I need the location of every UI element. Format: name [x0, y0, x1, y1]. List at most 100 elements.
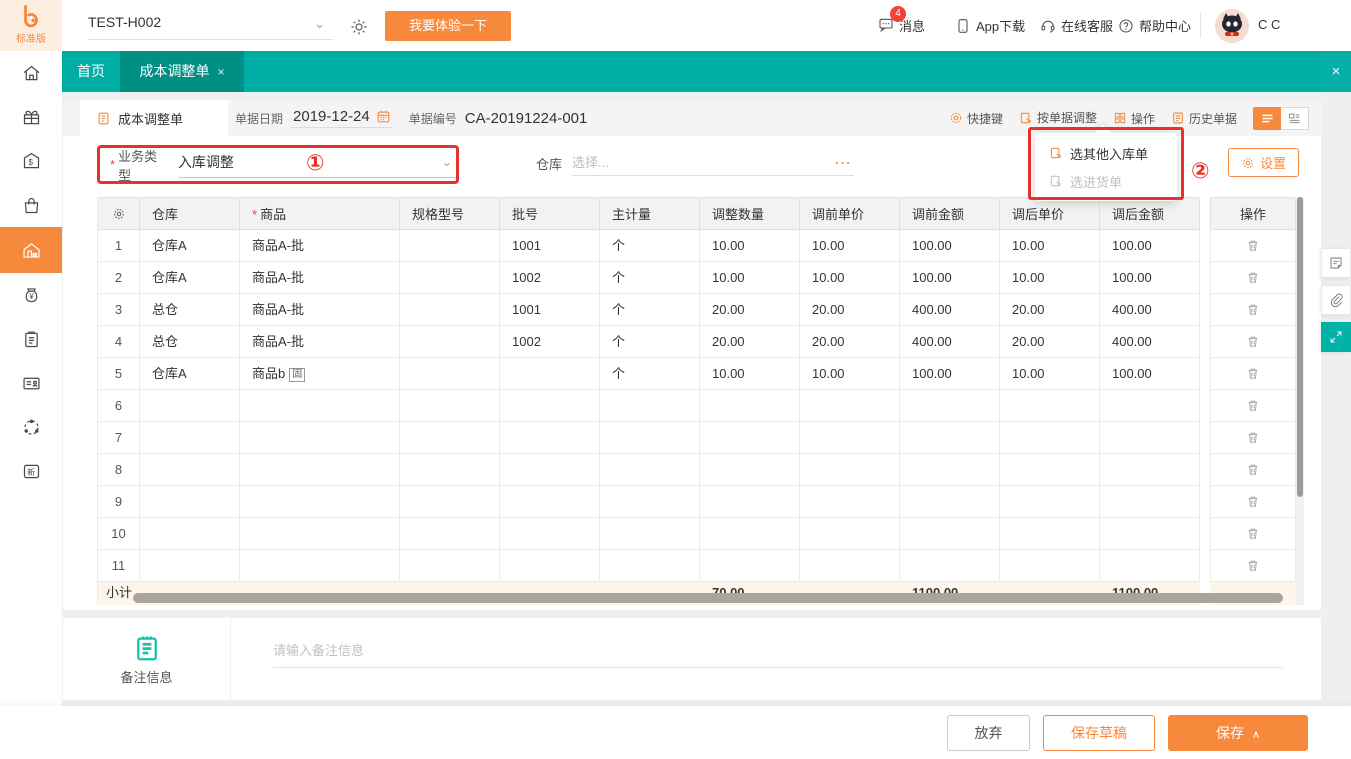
cell-post_price[interactable] [1000, 454, 1100, 486]
company-selector[interactable]: TEST-H002 ⌄ [88, 14, 333, 40]
cell-batch[interactable] [500, 390, 600, 422]
side-panel-attachment-button[interactable] [1321, 285, 1351, 315]
cell-pre_amount[interactable] [900, 454, 1000, 486]
sidebar-item-network[interactable] [0, 405, 62, 449]
list-view-button[interactable] [1253, 106, 1281, 130]
cell-post_price[interactable]: 10.00 [1000, 230, 1100, 262]
settings-button[interactable]: 设置 [1227, 148, 1299, 177]
row-delete-button[interactable] [1210, 326, 1296, 358]
cell-pre_amount[interactable]: 400.00 [900, 326, 1000, 358]
cell-batch[interactable] [500, 550, 600, 582]
cell-post_amount[interactable]: 400.00 [1100, 294, 1200, 326]
cell-qty[interactable]: 20.00 [700, 294, 800, 326]
cell-pre_price[interactable]: 10.00 [800, 358, 900, 390]
trial-button[interactable]: 我要体验一下 [385, 11, 512, 41]
tab-home[interactable]: 首页 [62, 51, 120, 92]
cell-product[interactable]: 商品A-批 [240, 326, 400, 358]
tab-close-icon[interactable]: × [217, 65, 224, 79]
cell-pre_price[interactable]: 10.00 [800, 230, 900, 262]
cell-spec[interactable] [400, 294, 500, 326]
cell-qty[interactable] [700, 550, 800, 582]
help-center-button[interactable]: 帮助中心 [1118, 16, 1191, 35]
cell-pre_amount[interactable] [900, 518, 1000, 550]
cell-unit[interactable]: 个 [600, 230, 700, 262]
cell-product[interactable] [240, 550, 400, 582]
cell-pre_price[interactable] [800, 422, 900, 454]
warehouse-more-button[interactable]: ... [835, 152, 852, 167]
cell-qty[interactable]: 10.00 [700, 262, 800, 294]
cell-unit[interactable] [600, 422, 700, 454]
cell-pre_amount[interactable]: 400.00 [900, 294, 1000, 326]
cell-unit[interactable] [600, 518, 700, 550]
sidebar-item-sales[interactable]: $ [0, 139, 62, 183]
vertical-scrollbar[interactable] [1296, 197, 1304, 605]
close-all-tabs-icon[interactable]: × [1321, 51, 1351, 92]
cell-batch[interactable]: 1002 [500, 326, 600, 358]
row-delete-button[interactable] [1210, 454, 1296, 486]
cell-qty[interactable] [700, 422, 800, 454]
cell-warehouse[interactable] [140, 518, 240, 550]
cell-qty[interactable]: 20.00 [700, 326, 800, 358]
cell-spec[interactable] [400, 390, 500, 422]
cell-spec[interactable] [400, 518, 500, 550]
cell-batch[interactable]: 1001 [500, 230, 600, 262]
row-delete-button[interactable] [1210, 262, 1296, 294]
save-draft-button[interactable]: 保存草稿 [1043, 715, 1155, 751]
cell-warehouse[interactable]: 仓库A [140, 358, 240, 390]
cell-post_amount[interactable] [1100, 390, 1200, 422]
cell-pre_amount[interactable]: 100.00 [900, 262, 1000, 294]
row-delete-button[interactable] [1210, 486, 1296, 518]
side-panel-expand-button[interactable] [1321, 322, 1351, 352]
cell-warehouse[interactable]: 仓库A [140, 230, 240, 262]
cell-spec[interactable] [400, 454, 500, 486]
cell-unit[interactable] [600, 486, 700, 518]
form-tab-cost-adjustment[interactable]: 成本调整单 [80, 100, 228, 136]
history-button[interactable]: 历史单据 [1171, 110, 1237, 127]
vertical-scrollbar-thumb[interactable] [1297, 197, 1303, 497]
cell-post_amount[interactable] [1100, 454, 1200, 486]
sidebar-item-purchase[interactable] [0, 183, 62, 227]
biz-type-select[interactable]: 入库调整 ① ⌄ [177, 151, 456, 178]
cell-product[interactable]: 商品A-批 [240, 230, 400, 262]
cell-warehouse[interactable] [140, 486, 240, 518]
cell-unit[interactable]: 个 [600, 358, 700, 390]
row-delete-button[interactable] [1210, 230, 1296, 262]
header-gear[interactable] [97, 197, 140, 230]
sidebar-item-new[interactable]: 新 [0, 449, 62, 493]
cell-warehouse[interactable] [140, 454, 240, 486]
menu-item-purchase-order[interactable]: 选进货单 [1035, 167, 1177, 195]
cell-qty[interactable] [700, 390, 800, 422]
sidebar-item-reports[interactable] [0, 361, 62, 405]
sidebar-item-finance[interactable]: ¥ [0, 273, 62, 317]
cell-pre_amount[interactable]: 100.00 [900, 230, 1000, 262]
cell-unit[interactable] [600, 454, 700, 486]
cell-qty[interactable] [700, 486, 800, 518]
cell-warehouse[interactable]: 总仓 [140, 294, 240, 326]
cell-pre_price[interactable] [800, 486, 900, 518]
cell-pre_amount[interactable] [900, 486, 1000, 518]
date-picker[interactable]: 2019-12-24 [291, 108, 393, 128]
cell-post_amount[interactable]: 100.00 [1100, 262, 1200, 294]
row-delete-button[interactable] [1210, 518, 1296, 550]
cell-spec[interactable] [400, 262, 500, 294]
save-button[interactable]: 保存 ∧ [1168, 715, 1308, 751]
messages-button[interactable]: 4 消息 [878, 6, 925, 35]
app-logo[interactable]: 标准版 [0, 0, 62, 51]
cell-pre_price[interactable]: 10.00 [800, 262, 900, 294]
cell-post_amount[interactable]: 100.00 [1100, 230, 1200, 262]
cell-product[interactable]: 商品b 固 [240, 358, 400, 390]
cell-spec[interactable] [400, 326, 500, 358]
cell-warehouse[interactable]: 总仓 [140, 326, 240, 358]
row-delete-button[interactable] [1210, 294, 1296, 326]
row-delete-button[interactable] [1210, 390, 1296, 422]
cell-post_amount[interactable] [1100, 422, 1200, 454]
cell-qty[interactable] [700, 454, 800, 486]
cell-product[interactable] [240, 518, 400, 550]
remark-input[interactable]: 请输入备注信息 [273, 640, 1283, 668]
cell-qty[interactable]: 10.00 [700, 230, 800, 262]
row-delete-button[interactable] [1210, 422, 1296, 454]
cell-post_amount[interactable] [1100, 518, 1200, 550]
cell-unit[interactable]: 个 [600, 262, 700, 294]
cell-unit[interactable] [600, 550, 700, 582]
card-view-button[interactable] [1281, 106, 1309, 130]
